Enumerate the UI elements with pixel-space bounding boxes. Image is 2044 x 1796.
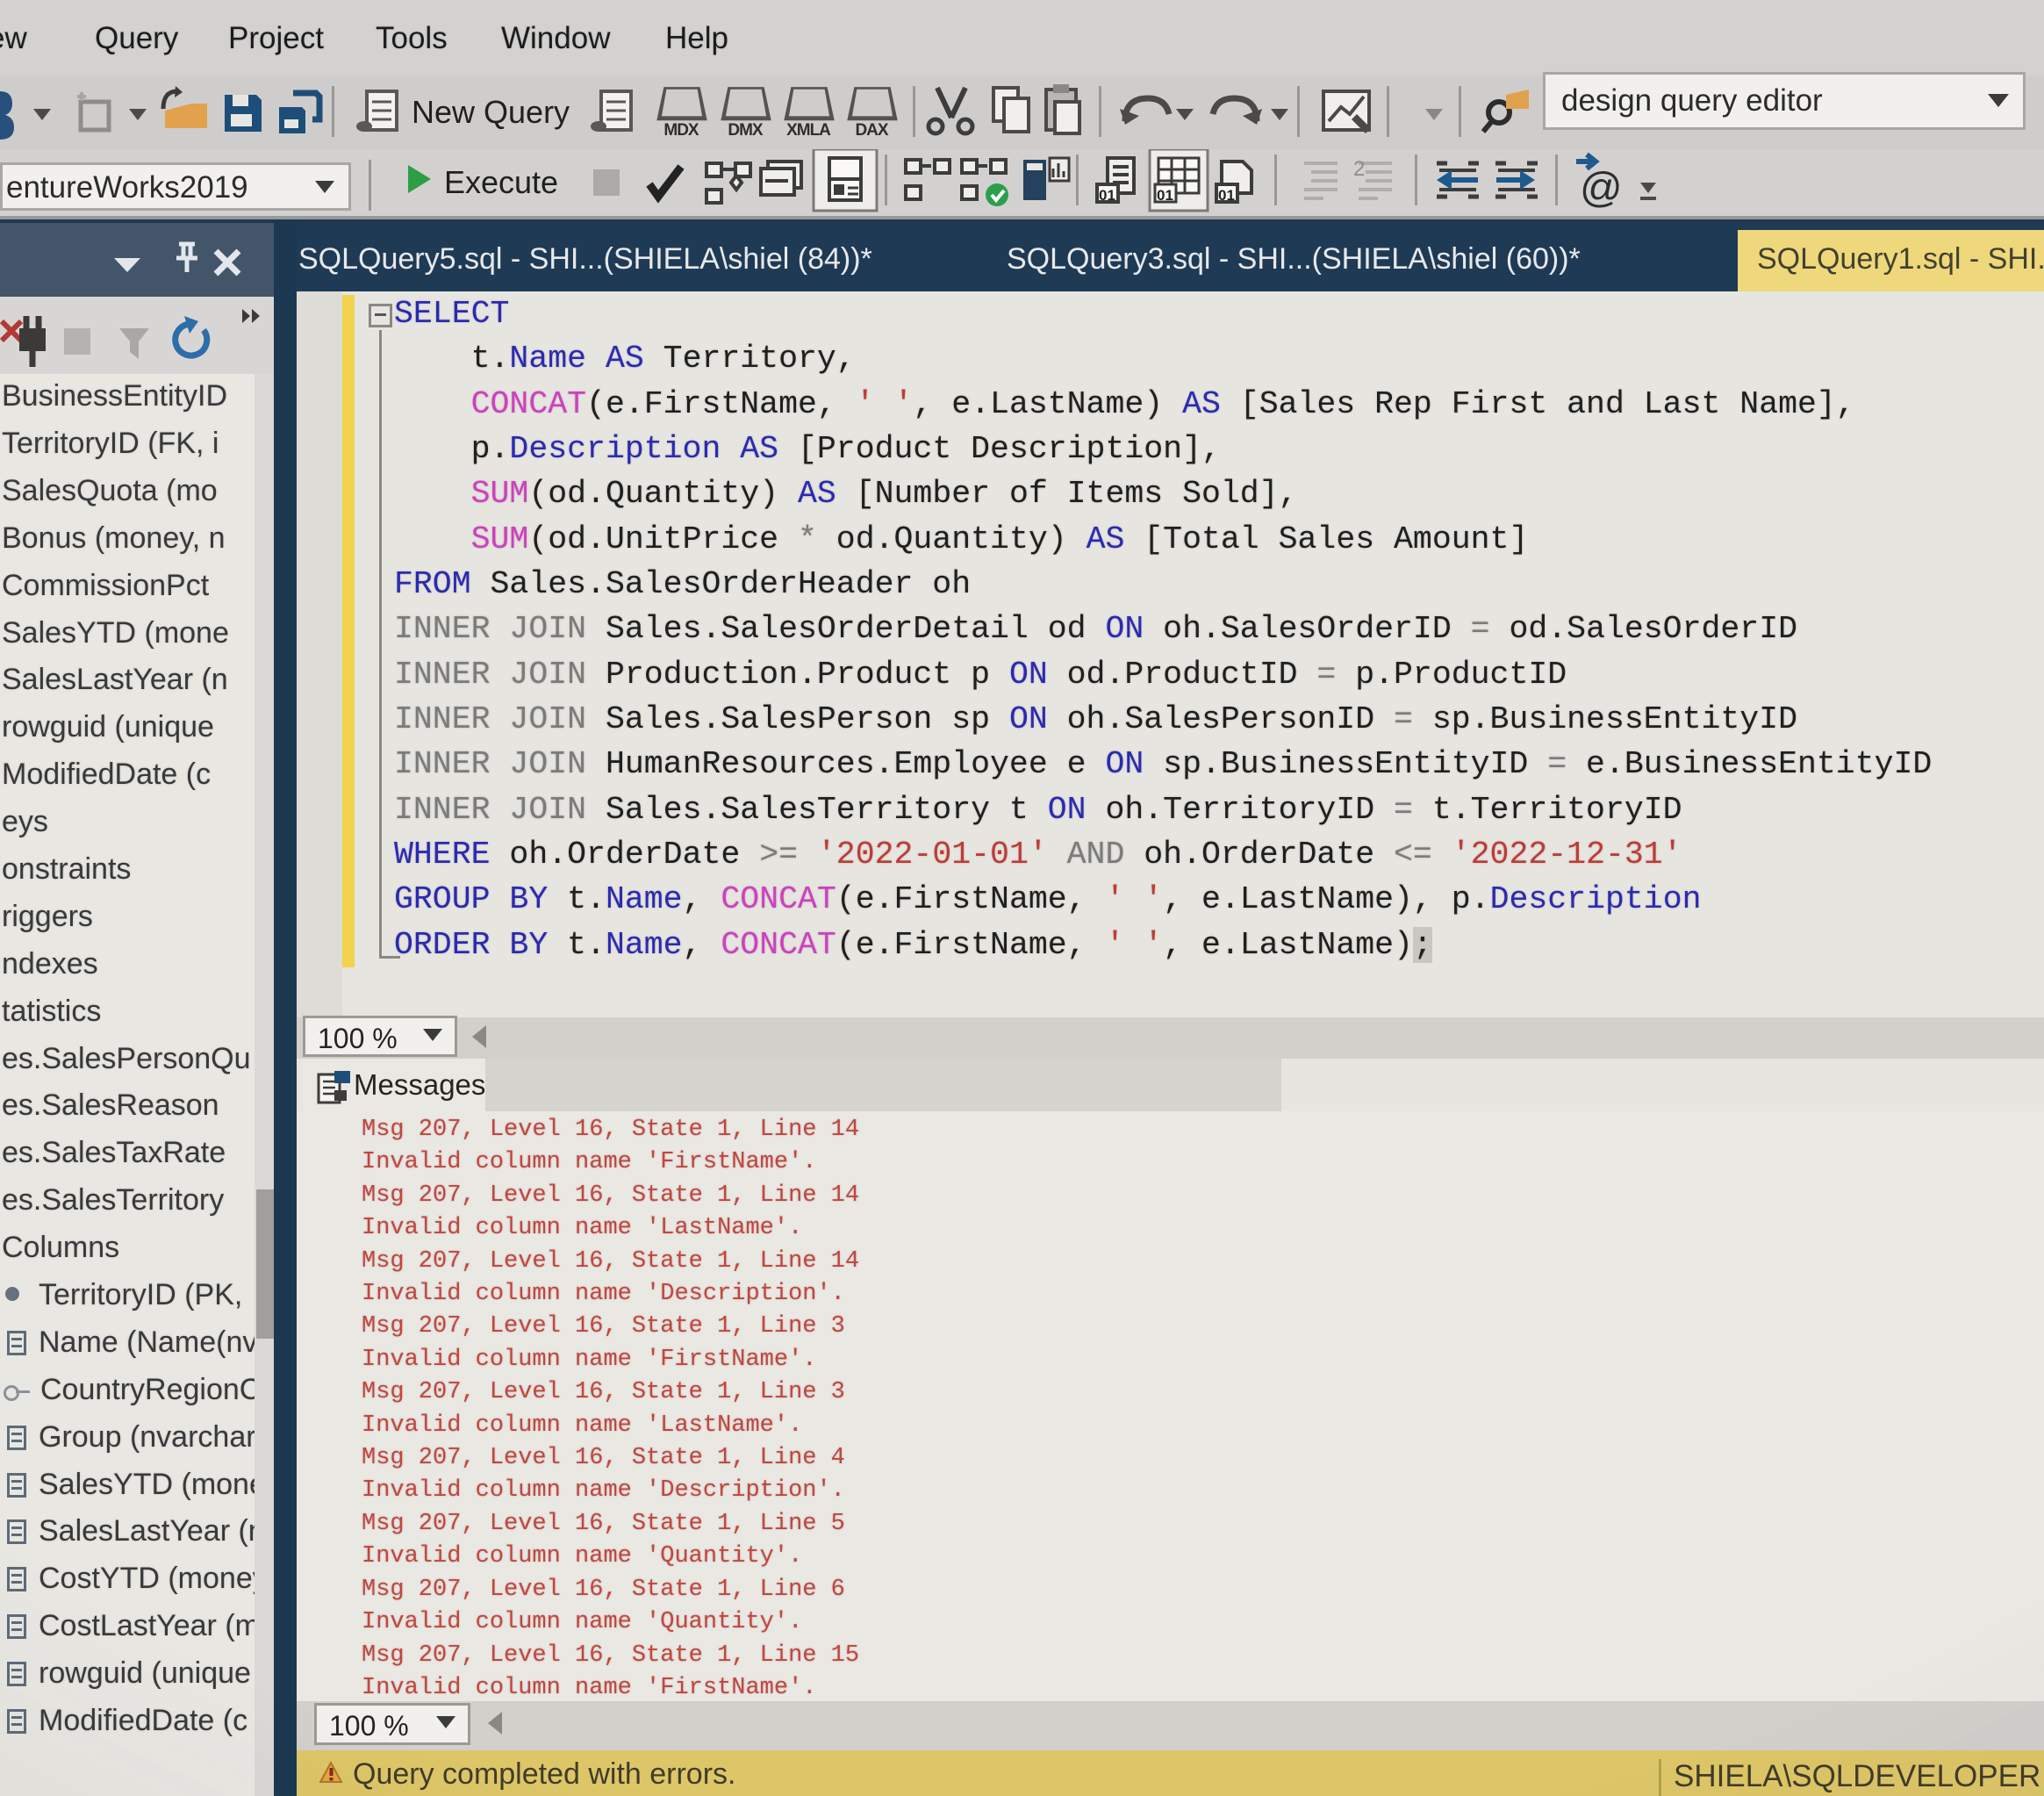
svg-text:@: @ [1580,165,1623,212]
svg-text:01: 01 [1218,187,1235,204]
svg-text:2: 2 [1353,157,1365,181]
svg-text:01: 01 [1099,187,1115,204]
svg-text:01: 01 [1157,187,1173,204]
svg-text:New Query: New Query [412,94,570,130]
svg-text:Execute: Execute [444,164,558,200]
